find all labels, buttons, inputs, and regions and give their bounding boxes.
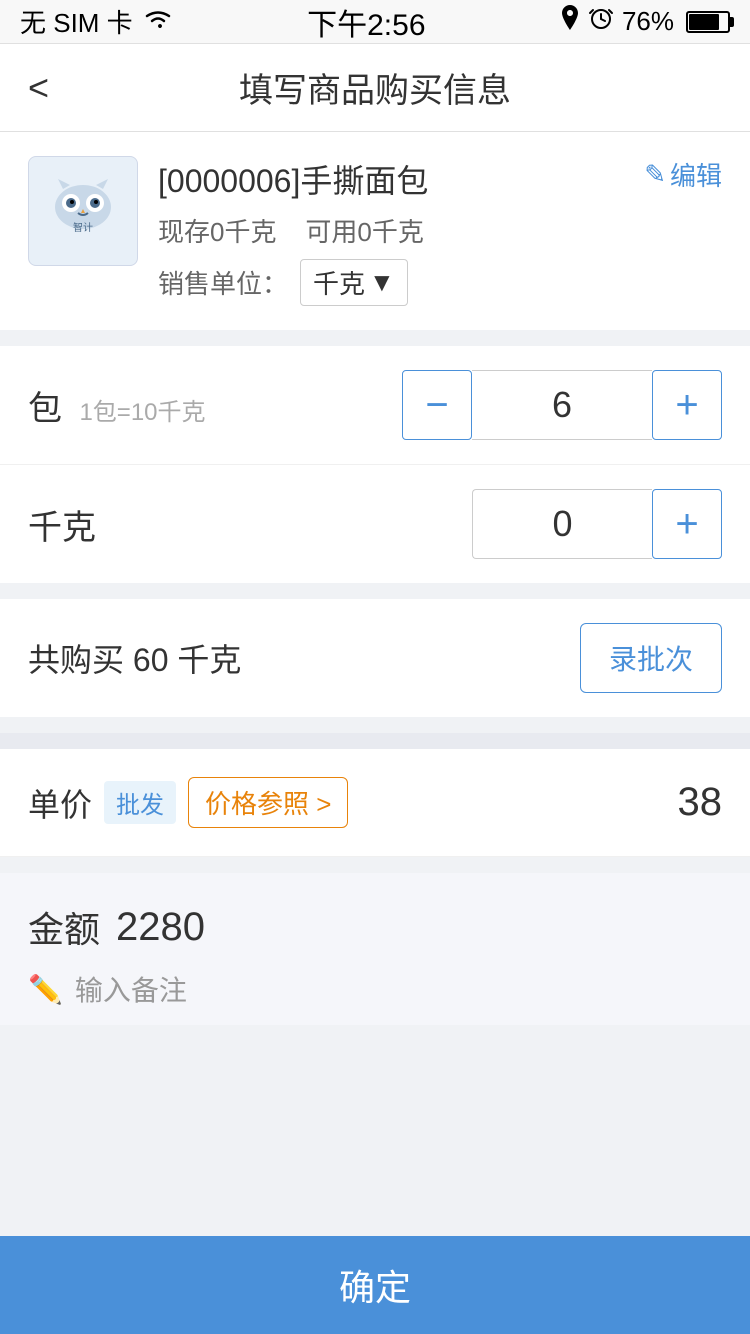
no-sim-text: 无 SIM 卡: [20, 3, 133, 40]
summary-section: 共购买 60 千克 录批次: [0, 599, 750, 717]
price-tag: 批发: [104, 781, 176, 824]
kg-input-row: 千克 +: [0, 465, 750, 583]
status-time: 下午2:56: [307, 0, 425, 44]
price-row: 单价 批发 价格参照 > 38: [0, 749, 750, 857]
bag-decrement-button[interactable]: −: [402, 370, 472, 440]
price-section: 单价 批发 价格参照 > 38: [0, 749, 750, 857]
alarm-icon: [588, 5, 614, 38]
remark-row[interactable]: ✏️ 输入备注: [28, 969, 722, 1009]
amount-section: 金额 2280 ✏️ 输入备注: [0, 873, 750, 1025]
unit-select[interactable]: 千克 ▼: [300, 259, 408, 306]
bag-qty-control: − +: [402, 370, 722, 440]
price-label: 单价: [28, 780, 92, 826]
product-card: 智计 [0000006]手撕面包 现存0千克 可用0千克 销售单位： 千克 ▼ …: [0, 132, 750, 330]
quantity-section: 包 1包=10千克 − + 千克 +: [0, 346, 750, 583]
available-stock: 可用0千克: [305, 217, 423, 247]
price-value: 38: [348, 780, 722, 825]
bag-increment-button[interactable]: +: [652, 370, 722, 440]
amount-value: 2280: [116, 905, 205, 950]
bag-label: 包 1包=10千克: [28, 381, 402, 430]
back-button[interactable]: <: [28, 67, 49, 109]
product-stock: 现存0千克 可用0千克: [158, 212, 624, 249]
batch-button[interactable]: 录批次: [580, 623, 722, 693]
bag-hint: 1包=10千克: [79, 399, 205, 426]
edit-button[interactable]: ✎ 编辑: [644, 156, 722, 193]
svg-text:智计: 智计: [73, 221, 93, 233]
product-unit-row: 销售单位： 千克 ▼: [158, 259, 624, 306]
product-logo-icon: 智计: [48, 177, 118, 245]
content-area: 智计 [0000006]手撕面包 现存0千克 可用0千克 销售单位： 千克 ▼ …: [0, 132, 750, 1325]
edit-icon: ✎: [644, 159, 666, 190]
kg-qty-input[interactable]: [472, 489, 652, 559]
page-title: 填写商品购买信息: [239, 63, 511, 112]
section-separator: [0, 733, 750, 749]
product-right: ✎ 编辑: [644, 156, 722, 193]
price-ref-button[interactable]: 价格参照 >: [188, 777, 348, 828]
confirm-button[interactable]: 确定: [339, 1259, 411, 1311]
battery-icon: [686, 11, 730, 33]
bag-input-row: 包 1包=10千克 − +: [0, 346, 750, 465]
amount-label: 金额: [28, 901, 100, 953]
pencil-icon: ✏️: [28, 973, 63, 1006]
product-name: [0000006]手撕面包: [158, 156, 624, 202]
kg-increment-button[interactable]: +: [652, 489, 722, 559]
sales-unit-label: 销售单位：: [158, 264, 288, 301]
kg-label: 千克: [28, 500, 472, 549]
product-info: [0000006]手撕面包 现存0千克 可用0千克 销售单位： 千克 ▼: [158, 156, 624, 306]
remark-input[interactable]: 输入备注: [75, 969, 187, 1009]
battery-percent: 76%: [622, 6, 674, 37]
amount-row: 金额 2280: [28, 901, 722, 953]
product-image: 智计: [28, 156, 138, 266]
bottom-bar[interactable]: 确定: [0, 1236, 750, 1334]
summary-text: 共购买 60 千克: [28, 635, 580, 681]
kg-qty-control: +: [472, 489, 722, 559]
status-left: 无 SIM 卡: [20, 3, 173, 40]
bag-qty-input[interactable]: [472, 370, 652, 440]
nav-bar: < 填写商品购买信息: [0, 44, 750, 132]
current-stock: 现存0千克: [158, 217, 276, 247]
location-icon: [560, 5, 580, 38]
status-bar: 无 SIM 卡 下午2:56 76%: [0, 0, 750, 44]
status-right: 76%: [560, 5, 730, 38]
wifi-icon: [143, 6, 173, 37]
